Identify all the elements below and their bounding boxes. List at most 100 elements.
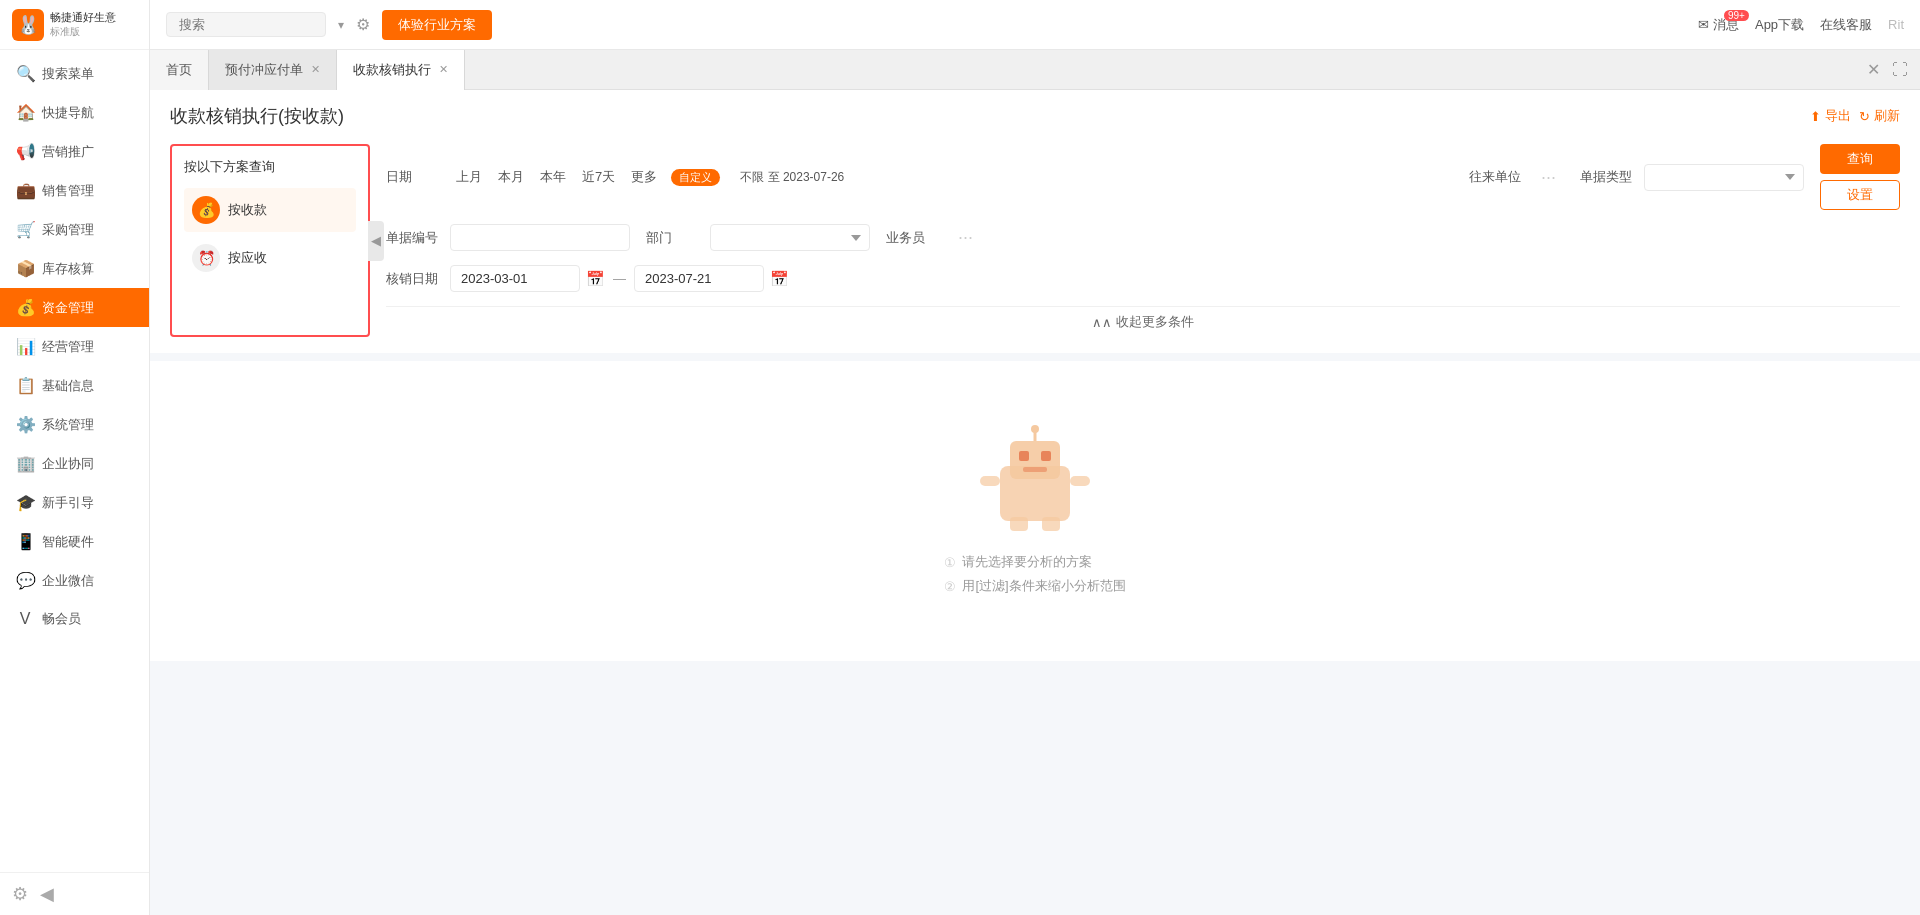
sidebar-item-purchase[interactable]: 🛒 采购管理 [0, 210, 149, 249]
nav-label-guide: 新手引导 [42, 494, 94, 512]
svg-rect-7 [980, 476, 1000, 486]
sidebar-item-wechat[interactable]: 💬 企业微信 [0, 561, 149, 600]
topbar: ▾ ⚙ 体验行业方案 ✉ 消息 99+ App下载 在线客服 Rit [150, 0, 1920, 50]
verify-date-to-input[interactable] [634, 265, 764, 292]
nav-icon-member: V [16, 610, 34, 628]
filter-actions: 查询 设置 [1820, 144, 1900, 210]
dept-select[interactable] [710, 224, 870, 251]
voucher-type-select[interactable] [1644, 164, 1804, 191]
filter-option-by-receipt[interactable]: 💰 按收款 [184, 188, 356, 232]
sidebar-item-system[interactable]: ⚙️ 系统管理 [0, 405, 149, 444]
date-shortcut-0[interactable]: 上月 [450, 166, 488, 188]
logo-area: 🐰 畅捷通好生意 标准版 [0, 0, 149, 50]
nav-icon-purchase: 🛒 [16, 220, 34, 239]
tab-home[interactable]: 首页 [150, 50, 209, 90]
nav-icon-wechat: 💬 [16, 571, 34, 590]
sidebar-item-member[interactable]: V 畅会员 [0, 600, 149, 638]
tabs-bar: 首页预付冲应付单✕ 收款核销执行 ✕ ✕ ⛶ [150, 50, 1920, 90]
user-name[interactable]: Rit [1888, 17, 1904, 32]
message-badge: 99+ [1724, 10, 1749, 21]
promo-button[interactable]: 体验行业方案 [382, 10, 492, 40]
counterpart-more-icon[interactable]: ··· [1533, 167, 1564, 188]
app-download-link[interactable]: App下载 [1755, 16, 1804, 34]
collapse-more-btn[interactable]: ∧∧ 收起更多条件 [386, 306, 1900, 337]
collapse-icon: ∧∧ [1092, 315, 1112, 330]
sidebar-item-capital[interactable]: 💰 资金管理 [0, 288, 149, 327]
nav-icon-search-menu: 🔍 [16, 64, 34, 83]
sidebar-item-operations[interactable]: 📊 经营管理 [0, 327, 149, 366]
sidebar-item-quick-nav[interactable]: 🏠 快捷导航 [0, 93, 149, 132]
date-custom-tag[interactable]: 自定义 [671, 169, 720, 186]
verify-date-from-group: 📅 [450, 265, 605, 292]
tab-prepay[interactable]: 预付冲应付单✕ [209, 50, 337, 90]
nav-label-system: 系统管理 [42, 416, 94, 434]
collapse-sidebar-icon[interactable]: ◀ [40, 883, 54, 905]
sidebar-item-guide[interactable]: 🎓 新手引导 [0, 483, 149, 522]
message-button[interactable]: ✉ 消息 99+ [1698, 16, 1739, 34]
nav-icon-inventory: 📦 [16, 259, 34, 278]
calendar-from-icon[interactable]: 📅 [586, 270, 605, 288]
tip-num-1: ① [944, 555, 956, 570]
sidebar-item-sales[interactable]: 💼 销售管理 [0, 171, 149, 210]
sidebar-item-search-menu[interactable]: 🔍 搜索菜单 [0, 54, 149, 93]
date-shortcut-2[interactable]: 本年 [534, 166, 572, 188]
nav-label-search-menu: 搜索菜单 [42, 65, 94, 83]
salesperson-filter: 业务员 ··· [886, 227, 981, 248]
nav-icon-basic-info: 📋 [16, 376, 34, 395]
svg-rect-3 [1041, 451, 1051, 461]
svg-rect-10 [1042, 517, 1060, 531]
nav-label-smart-hw: 智能硬件 [42, 533, 94, 551]
date-shortcut-1[interactable]: 本月 [492, 166, 530, 188]
date-label: 日期 [386, 168, 442, 186]
settings-button[interactable]: 设置 [1820, 180, 1900, 210]
settings-icon[interactable]: ⚙ [12, 883, 28, 905]
filter-form: 日期 上月本月本年近7天更多 自定义 不限 至 2023-07-26 往来单位 … [386, 144, 1900, 337]
tab-receipt-offset[interactable]: 收款核销执行 ✕ [337, 50, 465, 90]
svg-rect-4 [1023, 467, 1047, 472]
empty-illustration [975, 421, 1095, 541]
verify-date-from-input[interactable] [450, 265, 580, 292]
maximize-tab-button[interactable]: ⛶ [1888, 59, 1912, 81]
filter-sidebar-collapse-btn[interactable]: ◀ [368, 221, 384, 261]
online-service-link[interactable]: 在线客服 [1820, 16, 1872, 34]
search-input[interactable] [166, 12, 326, 37]
filter-option-icon-by-receipt: 💰 [192, 196, 220, 224]
nav-icon-operations: 📊 [16, 337, 34, 356]
date-shortcut-3[interactable]: 近7天 [576, 166, 621, 188]
filter-option-icon-by-receivable: ⏰ [192, 244, 220, 272]
sidebar-item-inventory[interactable]: 📦 库存核算 [0, 249, 149, 288]
dropdown-arrow-icon[interactable]: ▾ [338, 18, 344, 32]
tab-close-receipt-offset[interactable]: ✕ [439, 63, 448, 76]
salesperson-more-icon[interactable]: ··· [950, 227, 981, 248]
filter-sidebar: 按以下方案查询 💰 按收款 ⏰ 按应收 ◀ [170, 144, 370, 337]
logo-title: 畅捷通好生意 [50, 10, 116, 24]
sidebar-bottom: ⚙ ◀ [0, 872, 149, 915]
voucher-no-input[interactable] [450, 224, 630, 251]
export-icon: ⬆ [1810, 109, 1821, 124]
gear-icon[interactable]: ⚙ [356, 15, 370, 34]
nav-icon-capital: 💰 [16, 298, 34, 317]
nav-icon-system: ⚙️ [16, 415, 34, 434]
calendar-to-icon[interactable]: 📅 [770, 270, 789, 288]
logo-sub: 标准版 [50, 25, 116, 39]
close-tab-button[interactable]: ✕ [1863, 58, 1884, 81]
svg-rect-8 [1070, 476, 1090, 486]
filter-option-by-receivable[interactable]: ⏰ 按应收 [184, 236, 356, 280]
sidebar-item-basic-info[interactable]: 📋 基础信息 [0, 366, 149, 405]
sidebar-item-smart-hw[interactable]: 📱 智能硬件 [0, 522, 149, 561]
sidebar-item-marketing[interactable]: 📢 营销推广 [0, 132, 149, 171]
collapse-label: 收起更多条件 [1116, 313, 1194, 331]
dept-label: 部门 [646, 229, 702, 247]
verify-date-label: 核销日期 [386, 270, 442, 288]
refresh-button[interactable]: ↻ 刷新 [1859, 107, 1900, 125]
nav-label-inventory: 库存核算 [42, 260, 94, 278]
date-shortcut-4[interactable]: 更多 [625, 166, 663, 188]
svg-point-6 [1031, 425, 1039, 433]
sidebar: 🐰 畅捷通好生意 标准版 🔍 搜索菜单 🏠 快捷导航 📢 营销推广 💼 销售管理… [0, 0, 150, 915]
tab-label-receipt-offset: 收款核销执行 [353, 61, 431, 79]
tab-close-prepay[interactable]: ✕ [311, 63, 320, 76]
sidebar-item-enterprise[interactable]: 🏢 企业协同 [0, 444, 149, 483]
export-button[interactable]: ⬆ 导出 [1810, 107, 1851, 125]
query-button[interactable]: 查询 [1820, 144, 1900, 174]
filter-row-2: 单据编号 部门 业务员 ··· [386, 224, 1900, 251]
